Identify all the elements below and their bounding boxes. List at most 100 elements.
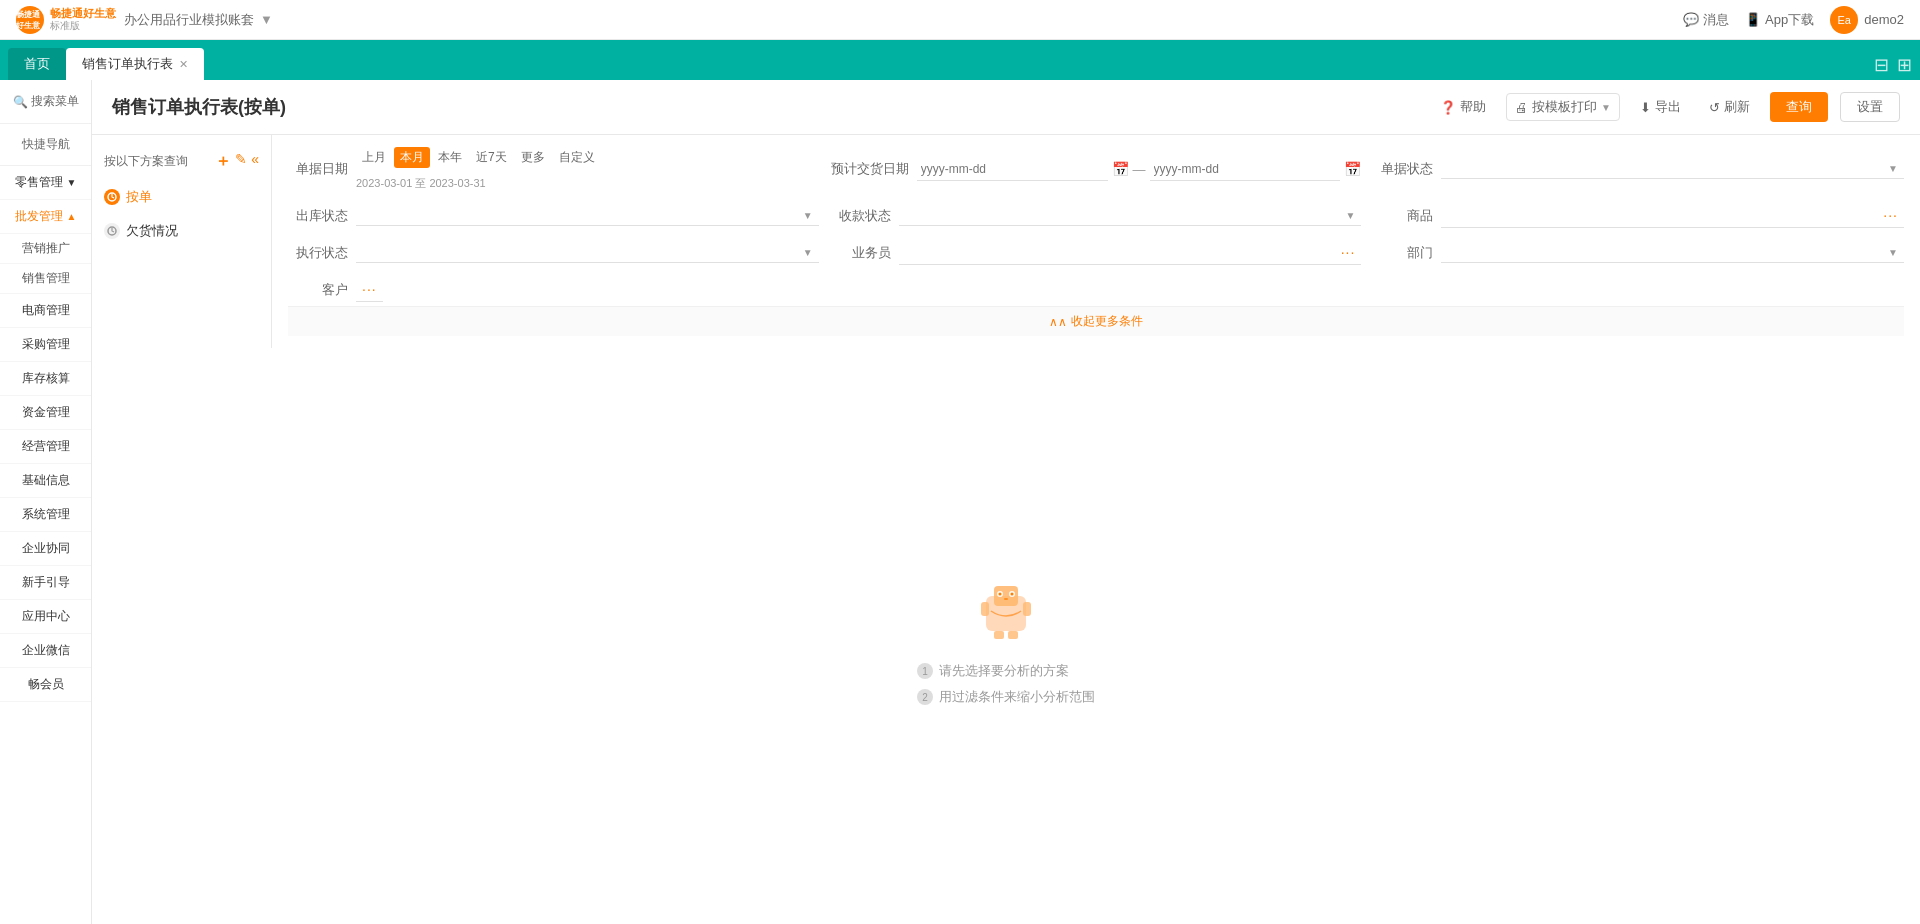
period-current-year[interactable]: 本年: [432, 147, 468, 168]
sidebar-item-vip[interactable]: 畅会员: [0, 668, 91, 702]
collapse-btn[interactable]: ∧∧ 收起更多条件: [288, 306, 1904, 336]
query-btn[interactable]: 查询: [1770, 92, 1828, 122]
sidebar: 🔍 搜索菜单 快捷导航 零售管理 ▼ 批发管理 ▲ 营销推广 销售管理: [0, 80, 92, 924]
nav-tabs-right: ⊟ ⊞: [1874, 54, 1912, 80]
expected-date-start[interactable]: [917, 158, 1108, 181]
messages-btn[interactable]: 💬 消息: [1683, 11, 1729, 29]
tip-num-1: 1: [917, 663, 933, 679]
order-icon: [104, 189, 120, 205]
department-select[interactable]: ▼: [1441, 243, 1904, 263]
period-last-month[interactable]: 上月: [356, 147, 392, 168]
quick-nav-section: 快捷导航: [0, 124, 91, 166]
maximize-icon[interactable]: ⊞: [1897, 54, 1912, 76]
customer-select[interactable]: ···: [356, 277, 383, 302]
status-select[interactable]: ▼: [1441, 159, 1904, 179]
filter-payment-field: 收款状态 ▼: [831, 206, 1362, 226]
sidebar-item-system[interactable]: 系统管理: [0, 498, 91, 532]
shipment-select[interactable]: ▼: [356, 206, 819, 226]
print-btn[interactable]: 🖨 按模板打印 ▼: [1506, 93, 1620, 121]
salesperson-dots-icon[interactable]: ···: [1341, 244, 1356, 260]
shipment-chevron-icon: ▼: [803, 210, 813, 221]
edit-filter-icon[interactable]: ✎: [235, 151, 247, 172]
calendar-end-icon[interactable]: 📅: [1344, 161, 1361, 177]
execution-select[interactable]: ▼: [356, 243, 819, 263]
export-btn[interactable]: ⬇ 导出: [1632, 94, 1689, 120]
collapse-filter-icon[interactable]: «: [251, 151, 259, 172]
top-header: 畅捷通好生意 畅捷通好生意 标准版 办公用品行业模拟账套 ▼ 💬 消息 📱 Ap…: [0, 0, 1920, 40]
calendar-start-icon[interactable]: 📅: [1112, 161, 1129, 177]
refresh-icon: ↺: [1709, 100, 1720, 115]
filter-date-field: 单据日期 上月 本月 本年 近7天 更多 自定义 2023-03-01 至 20…: [288, 147, 819, 191]
sidebar-item-newbie[interactable]: 新手引导: [0, 566, 91, 600]
tab-close-icon[interactable]: ✕: [179, 58, 188, 71]
refresh-btn[interactable]: ↺ 刷新: [1701, 94, 1758, 120]
date-range-text: 2023-03-01 至 2023-03-31: [356, 176, 819, 191]
add-filter-icon[interactable]: ＋: [215, 151, 231, 172]
search-menu-btn[interactable]: 🔍 搜索菜单: [8, 88, 83, 115]
sidebar-item-sales-mgmt[interactable]: 销售管理: [0, 264, 91, 294]
logo-text: 畅捷通好生意 标准版: [50, 7, 116, 32]
sidebar-item-operations[interactable]: 经营管理: [0, 430, 91, 464]
sidebar-item-corp[interactable]: 企业协同: [0, 532, 91, 566]
filter-expected-date-field: 预计交货日期 📅 — 📅: [831, 158, 1362, 181]
help-btn[interactable]: ❓ 帮助: [1432, 94, 1494, 120]
svg-rect-12: [1008, 631, 1018, 639]
sidebar-item-apps[interactable]: 应用中心: [0, 600, 91, 634]
header-left: 畅捷通好生意 畅捷通好生意 标准版 办公用品行业模拟账套 ▼: [16, 6, 273, 34]
empty-state: 1 请先选择要分析的方案 2 用过滤条件来缩小分析范围: [92, 348, 1920, 924]
sidebar-item-wechat[interactable]: 企业微信: [0, 634, 91, 668]
svg-point-6: [999, 593, 1002, 596]
tip-num-2: 2: [917, 689, 933, 705]
product-select[interactable]: ···: [1441, 203, 1904, 228]
quick-nav-btn[interactable]: 快捷导航: [0, 130, 91, 159]
search-menu-section: 🔍 搜索菜单: [0, 80, 91, 124]
breadcrumb: 办公用品行业模拟账套 ▼: [124, 11, 273, 29]
payment-chevron-icon: ▼: [1345, 210, 1355, 221]
message-icon: 💬: [1683, 12, 1699, 27]
tab-home[interactable]: 首页: [8, 48, 66, 80]
period-more[interactable]: 更多: [515, 147, 551, 168]
debt-icon: [104, 223, 120, 239]
date-separator: —: [1133, 162, 1146, 177]
logo-area: 畅捷通好生意 畅捷通好生意 标准版: [16, 6, 116, 34]
sidebar-item-wholesale[interactable]: 批发管理 ▲: [0, 200, 91, 234]
filter-sidebar: 按以下方案查询 ＋ ✎ « 按单: [92, 135, 272, 348]
app-download-btn[interactable]: 📱 App下载: [1745, 11, 1814, 29]
expected-date-end[interactable]: [1150, 158, 1341, 181]
chevron-up-icon: ▲: [67, 211, 77, 222]
filter-option-debt[interactable]: 欠货情况: [92, 214, 271, 248]
breadcrumb-arrow: ▼: [260, 12, 273, 27]
page-header: 销售订单执行表(按单) ❓ 帮助 🖨 按模板打印 ▼ ⬇ 导出 ↺ 刷新: [92, 80, 1920, 135]
sidebar-item-basic[interactable]: 基础信息: [0, 464, 91, 498]
sidebar-item-ecommerce[interactable]: 电商管理: [0, 294, 91, 328]
tab-sales-order[interactable]: 销售订单执行表 ✕: [66, 48, 204, 80]
department-chevron-icon: ▼: [1888, 247, 1898, 258]
product-dots-icon[interactable]: ···: [1883, 207, 1898, 223]
export-icon: ⬇: [1640, 100, 1651, 115]
payment-select[interactable]: ▼: [899, 206, 1362, 226]
filter-option-order[interactable]: 按单: [92, 180, 271, 214]
sidebar-item-inventory[interactable]: 库存核算: [0, 362, 91, 396]
sidebar-item-purchase[interactable]: 采购管理: [0, 328, 91, 362]
sidebar-item-marketing[interactable]: 营销推广: [0, 234, 91, 264]
period-last-7days[interactable]: 近7天: [470, 147, 513, 168]
header-right: 💬 消息 📱 App下载 Ea demo2: [1683, 6, 1904, 34]
sidebar-item-finance[interactable]: 资金管理: [0, 396, 91, 430]
filter-row-1: 单据日期 上月 本月 本年 近7天 更多 自定义 2023-03-01 至 20…: [288, 147, 1904, 191]
customer-dots-icon[interactable]: ···: [362, 281, 377, 297]
filter-salesperson-field: 业务员 ···: [831, 240, 1362, 265]
settings-btn[interactable]: 设置: [1840, 92, 1900, 122]
nav-tabs: 首页 销售订单执行表 ✕ ⊟ ⊞: [0, 40, 1920, 80]
period-current-month[interactable]: 本月: [394, 147, 430, 168]
salesperson-select[interactable]: ···: [899, 240, 1362, 265]
filter-customer-field: 客户 ···: [288, 277, 383, 302]
user-profile[interactable]: Ea demo2: [1830, 6, 1904, 34]
status-chevron-icon: ▼: [1888, 163, 1898, 174]
filter-shipment-field: 出库状态 ▼: [288, 206, 819, 226]
search-icon: 🔍: [13, 95, 28, 109]
minimize-icon[interactable]: ⊟: [1874, 54, 1889, 76]
empty-tips: 1 请先选择要分析的方案 2 用过滤条件来缩小分析范围: [917, 662, 1095, 706]
period-custom[interactable]: 自定义: [553, 147, 601, 168]
main-layout: 🔍 搜索菜单 快捷导航 零售管理 ▼ 批发管理 ▲ 营销推广 销售管理: [0, 80, 1920, 924]
sidebar-item-retail[interactable]: 零售管理 ▼: [0, 166, 91, 200]
